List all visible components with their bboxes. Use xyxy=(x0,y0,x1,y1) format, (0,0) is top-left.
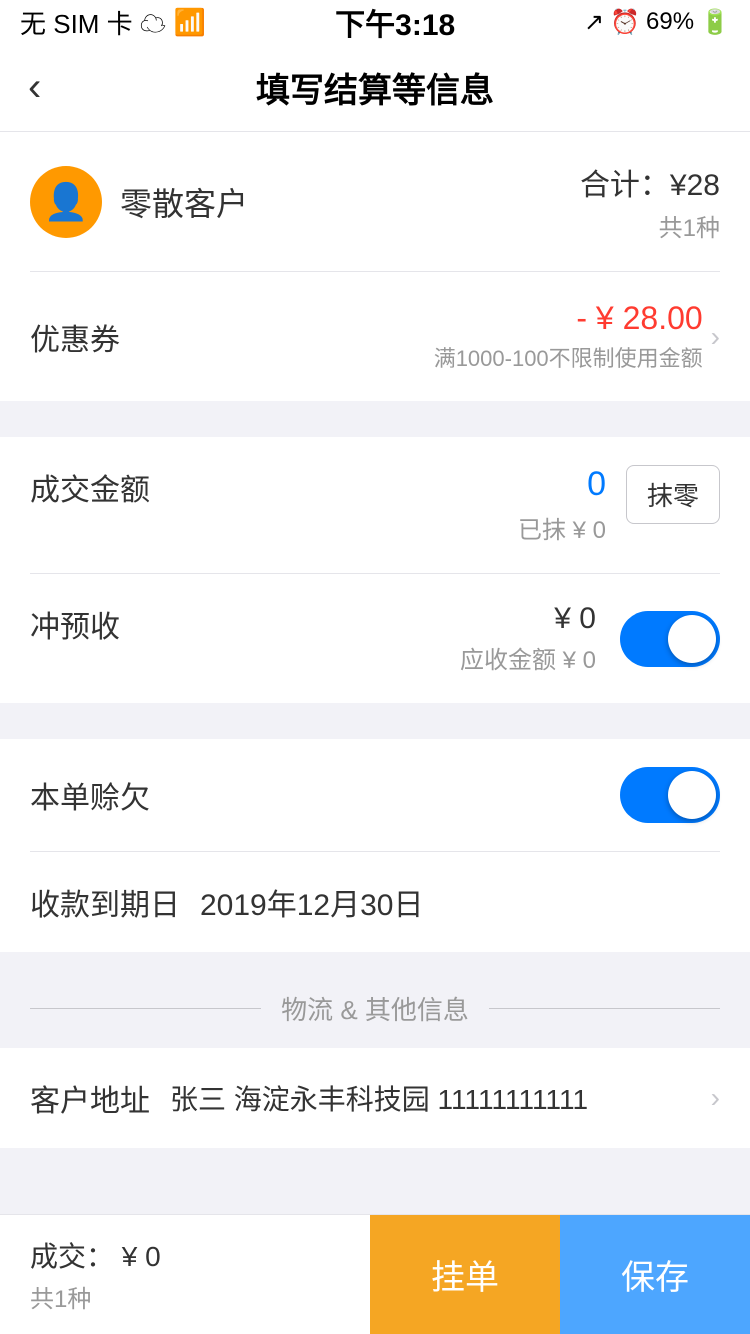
toggle-knob xyxy=(668,615,716,663)
customer-left: 👤 零散客户 xyxy=(30,166,248,238)
transaction-row: 成交金额 0 已抹 ¥ 0 抹零 xyxy=(0,437,750,573)
logistics-label: 物流 & 其他信息 xyxy=(261,990,489,1027)
back-button[interactable]: ‹ xyxy=(28,65,41,110)
save-button[interactable]: 保存 xyxy=(560,1215,750,1334)
coupon-amount: - ¥ 28.00 xyxy=(434,300,703,337)
debt-section: 本单赊欠 收款到期日 2019年12月30日 xyxy=(0,739,750,952)
due-date-label: 收款到期日 xyxy=(30,880,180,924)
page-title: 填写结算等信息 xyxy=(256,63,494,112)
bottom-bar: 成交： ¥ 0 共1种 挂单 保存 xyxy=(0,1214,750,1334)
prepay-label: 冲预收 xyxy=(30,602,120,646)
address-section: 客户地址 张三 海淀永丰科技园 11111111111 › xyxy=(0,1048,750,1148)
prepay-row: 冲预收 ¥ 0 应收金额 ¥ 0 xyxy=(0,574,750,703)
content: 👤 零散客户 合计：¥28 共1种 优惠券 - ¥ 28.00 满1000-10… xyxy=(0,132,750,1304)
status-bar: 无 SIM 卡 ☁ 📶 下午3:18 ↗ ⏰ 69% 🔋 xyxy=(0,0,750,44)
battery-label: 69% xyxy=(646,8,694,36)
status-right: ↗ ⏰ 69% 🔋 xyxy=(584,8,730,37)
coupon-label: 优惠券 xyxy=(30,315,120,359)
customer-row: 👤 零散客户 合计：¥28 共1种 xyxy=(0,132,750,271)
customer-total: 合计：¥28 xyxy=(580,160,720,204)
bottom-total-value: ¥ 0 xyxy=(122,1241,161,1272)
logistics-header: 物流 & 其他信息 xyxy=(0,968,750,1048)
bottom-total: 成交： ¥ 0 xyxy=(30,1235,340,1275)
no-sim-label: 无 SIM 卡 ☁ xyxy=(20,4,166,41)
bottom-total-label: 成交： xyxy=(30,1241,114,1272)
customer-right: 合计：¥28 共1种 xyxy=(580,160,720,243)
nav-bar: ‹ 填写结算等信息 xyxy=(0,44,750,132)
round-zero-button[interactable]: 抹零 xyxy=(626,465,720,524)
coupon-row[interactable]: 优惠券 - ¥ 28.00 满1000-100不限制使用金额 › xyxy=(0,272,750,401)
transaction-label: 成交金额 xyxy=(30,465,150,509)
due-date-row[interactable]: 收款到期日 2019年12月30日 xyxy=(0,852,750,952)
coupon-right-inner: - ¥ 28.00 满1000-100不限制使用金额 xyxy=(434,300,703,373)
address-row[interactable]: 客户地址 张三 海淀永丰科技园 11111111111 › xyxy=(0,1048,750,1148)
transaction-value-wrap: 0 已抹 ¥ 0 xyxy=(518,465,606,545)
debt-row: 本单赊欠 xyxy=(0,739,750,851)
debt-toggle[interactable] xyxy=(620,767,720,823)
bottom-info: 成交： ¥ 0 共1种 xyxy=(0,1235,370,1314)
prepay-right: ¥ 0 应收金额 ¥ 0 xyxy=(460,602,720,675)
avatar: 👤 xyxy=(30,166,102,238)
coupon-desc: 满1000-100不限制使用金额 xyxy=(434,341,703,373)
battery-icon: 🔋 xyxy=(700,8,730,37)
coupon-right: - ¥ 28.00 满1000-100不限制使用金额 › xyxy=(434,300,720,373)
bottom-count: 共1种 xyxy=(30,1279,340,1314)
alarm-icon: ⏰ xyxy=(610,8,640,37)
customer-section: 👤 零散客户 合计：¥28 共1种 优惠券 - ¥ 28.00 满1000-10… xyxy=(0,132,750,401)
transaction-value: 0 xyxy=(518,465,606,504)
address-label: 客户地址 xyxy=(30,1076,150,1120)
customer-name: 零散客户 xyxy=(120,179,248,225)
hold-order-button[interactable]: 挂单 xyxy=(370,1215,560,1334)
address-chevron-icon: › xyxy=(711,1082,720,1114)
transaction-right: 0 已抹 ¥ 0 抹零 xyxy=(518,465,720,545)
status-time: 下午3:18 xyxy=(335,0,455,44)
location-icon: ↗ xyxy=(584,8,604,37)
avatar-icon: 👤 xyxy=(44,181,89,223)
address-value: 张三 海淀永丰科技园 11111111111 xyxy=(170,1078,711,1118)
prepay-sub: 应收金额 ¥ 0 xyxy=(460,640,596,675)
status-left: 无 SIM 卡 ☁ 📶 xyxy=(20,4,206,41)
debt-toggle-knob xyxy=(668,771,716,819)
transaction-section: 成交金额 0 已抹 ¥ 0 抹零 冲预收 ¥ 0 应收金额 ¥ 0 xyxy=(0,437,750,703)
gray-separator-1 xyxy=(0,417,750,437)
prepay-value-wrap: ¥ 0 应收金额 ¥ 0 xyxy=(460,602,596,675)
chevron-right-icon: › xyxy=(711,321,720,353)
customer-count: 共1种 xyxy=(580,208,720,243)
debt-label: 本单赊欠 xyxy=(30,773,150,817)
transaction-sub: 已抹 ¥ 0 xyxy=(518,510,606,545)
prepay-value: ¥ 0 xyxy=(460,602,596,636)
gray-separator-2 xyxy=(0,719,750,739)
prepay-toggle[interactable] xyxy=(620,611,720,667)
due-date-value: 2019年12月30日 xyxy=(200,880,423,924)
wifi-icon: 📶 xyxy=(174,7,206,38)
